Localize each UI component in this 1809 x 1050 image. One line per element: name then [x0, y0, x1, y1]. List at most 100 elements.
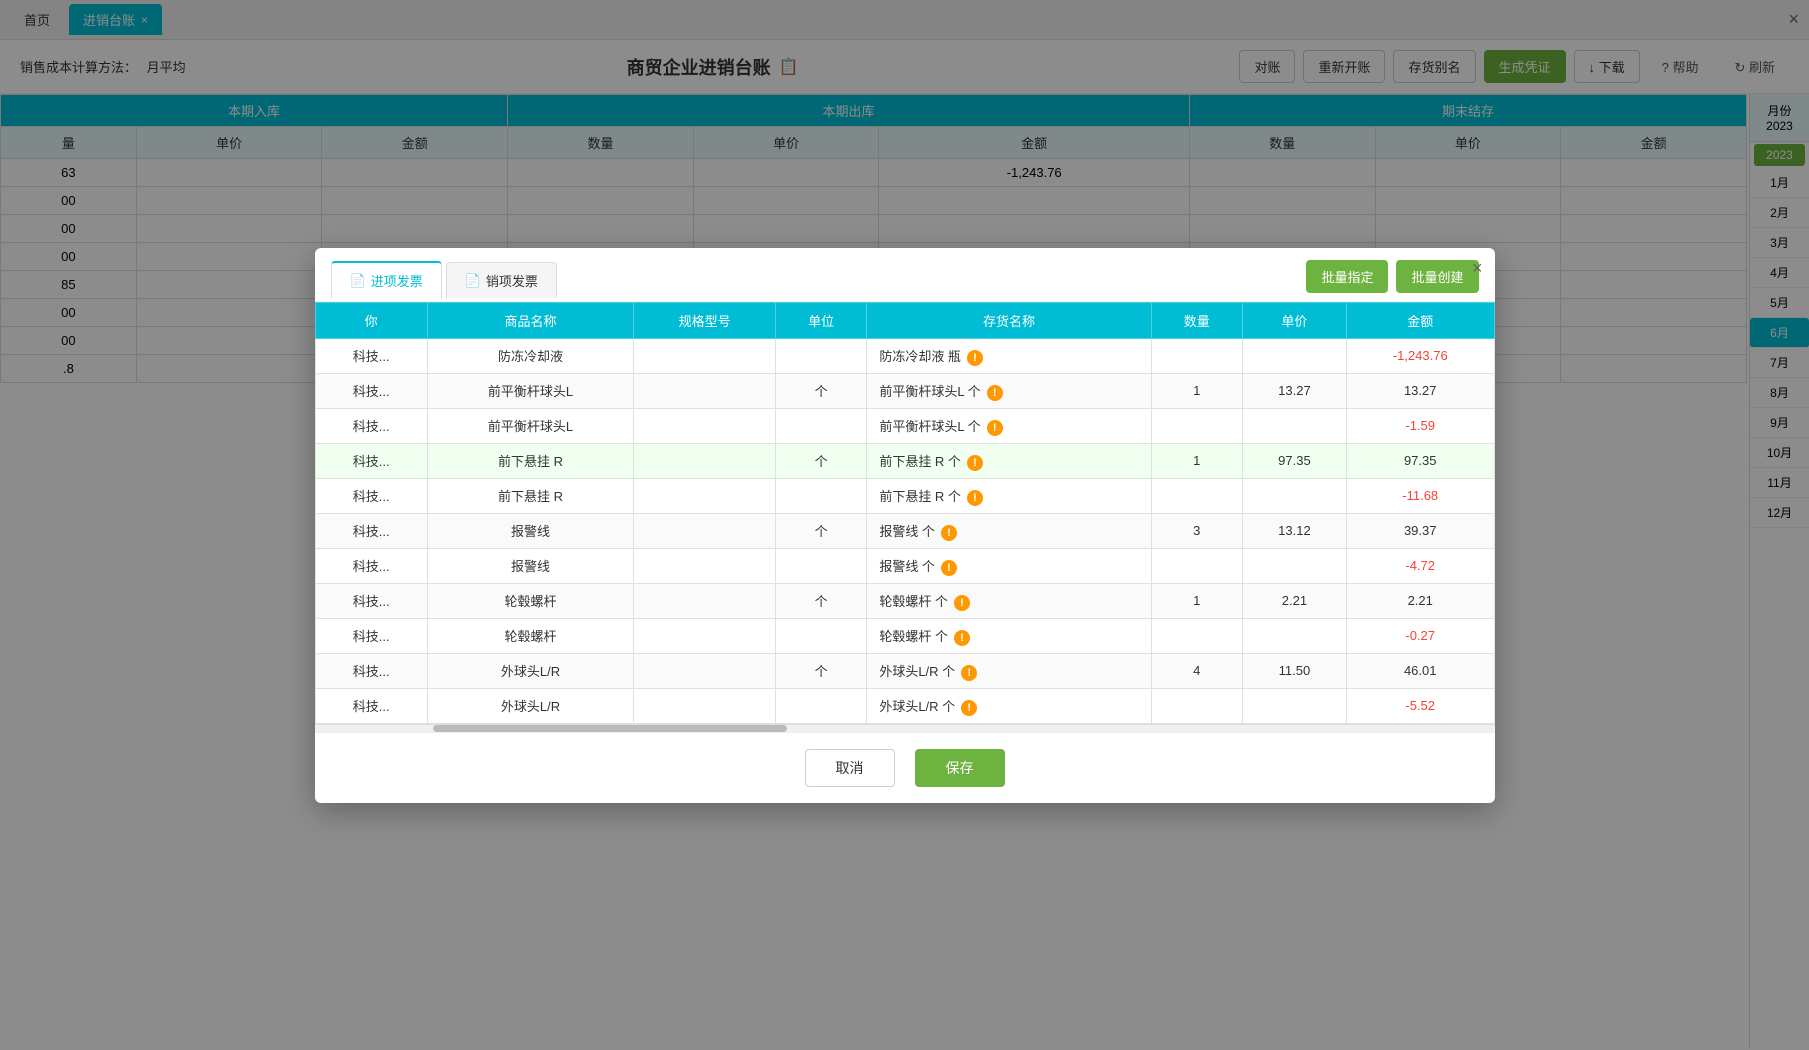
inventory-name: 报警线 个: [879, 559, 935, 574]
batch-create-button[interactable]: 批量创建: [1396, 260, 1478, 293]
table-cell: 科技...: [315, 583, 427, 618]
table-cell: [634, 583, 776, 618]
table-cell: 前下悬挂 R: [427, 478, 633, 513]
table-cell: 1: [1151, 373, 1242, 408]
save-button[interactable]: 保存: [915, 749, 1005, 787]
table-cell: [1242, 408, 1346, 443]
table-cell: 个: [776, 513, 867, 548]
table-cell: -5.52: [1346, 688, 1494, 723]
inventory-name: 前平衡杆球头L 个: [879, 384, 980, 399]
table-cell: 1: [1151, 583, 1242, 618]
modal-header-buttons: 批量指定 批量创建: [1306, 260, 1478, 301]
table-cell: [776, 338, 867, 373]
table-cell: [634, 653, 776, 688]
table-cell: [1242, 618, 1346, 653]
modal-header: 📄 进项发票 📄 销项发票 批量指定 批量创建 ×: [315, 248, 1495, 302]
table-cell: 13.27: [1346, 373, 1494, 408]
table-cell: 个: [776, 373, 867, 408]
table-cell: [634, 443, 776, 478]
col-header-unit: 单位: [776, 302, 867, 338]
table-cell: 科技...: [315, 548, 427, 583]
table-cell: 科技...: [315, 653, 427, 688]
table-cell: -1.59: [1346, 408, 1494, 443]
warning-icon: !: [987, 385, 1003, 401]
table-cell: 2.21: [1242, 583, 1346, 618]
warning-icon: !: [954, 595, 970, 611]
table-cell: [634, 408, 776, 443]
col-header-inventory: 存货名称: [867, 302, 1151, 338]
modal-table-row: 科技...外球头L/R个外球头L/R 个!411.5046.01: [315, 653, 1494, 688]
table-cell: 97.35: [1242, 443, 1346, 478]
table-cell: 39.37: [1346, 513, 1494, 548]
cancel-button[interactable]: 取消: [805, 749, 895, 787]
warning-icon: !: [941, 525, 957, 541]
table-cell: 科技...: [315, 338, 427, 373]
table-cell: 46.01: [1346, 653, 1494, 688]
table-cell: [776, 548, 867, 583]
table-cell: [1151, 548, 1242, 583]
modal-table-row: 科技...报警线报警线 个!-4.72: [315, 548, 1494, 583]
table-cell: -0.27: [1346, 618, 1494, 653]
table-cell: [1151, 338, 1242, 373]
modal-dialog: 📄 进项发票 📄 销项发票 批量指定 批量创建 × 你 商品名称 规格型号: [315, 248, 1495, 803]
batch-assign-button[interactable]: 批量指定: [1306, 260, 1388, 293]
table-cell: 4: [1151, 653, 1242, 688]
inventory-name: 外球头L/R 个: [879, 699, 955, 714]
purchase-tab-label: 进项发票: [371, 271, 423, 290]
table-cell: 97.35: [1346, 443, 1494, 478]
table-cell: [634, 548, 776, 583]
table-cell: 2.21: [1346, 583, 1494, 618]
col-header-price: 单价: [1242, 302, 1346, 338]
table-cell: [634, 688, 776, 723]
table-cell: [1242, 548, 1346, 583]
warning-icon: !: [954, 630, 970, 646]
modal-table: 你 商品名称 规格型号 单位 存货名称 数量 单价 金额 科技...防冻冷却液防…: [315, 302, 1495, 724]
warning-icon: !: [961, 700, 977, 716]
table-cell: -11.68: [1346, 478, 1494, 513]
modal-table-row: 科技...轮毂螺杆个轮毂螺杆 个!12.212.21: [315, 583, 1494, 618]
table-cell: 个: [776, 443, 867, 478]
purchase-tab-icon: 📄: [350, 273, 366, 289]
inventory-name: 前下悬挂 R 个: [879, 454, 961, 469]
table-cell: [1151, 408, 1242, 443]
modal-table-row: 科技...前下悬挂 R个前下悬挂 R 个!197.3597.35: [315, 443, 1494, 478]
table-cell: 科技...: [315, 408, 427, 443]
table-cell: 科技...: [315, 688, 427, 723]
table-cell: 科技...: [315, 373, 427, 408]
modal-table-row: 科技...前平衡杆球头L前平衡杆球头L 个!-1.59: [315, 408, 1494, 443]
table-cell: 防冻冷却液: [427, 338, 633, 373]
table-cell: [634, 338, 776, 373]
modal-tab-purchase[interactable]: 📄 进项发票: [331, 261, 442, 299]
table-cell: [634, 478, 776, 513]
modal-tab-sales[interactable]: 📄 销项发票: [446, 262, 557, 298]
table-cell: [776, 478, 867, 513]
table-cell: 个: [776, 653, 867, 688]
warning-icon: !: [967, 455, 983, 471]
warning-icon: !: [961, 665, 977, 681]
table-cell: 轮毂螺杆: [427, 583, 633, 618]
inventory-name: 防冻冷却液 瓶: [879, 349, 961, 364]
inventory-name: 报警线 个: [879, 524, 935, 539]
table-cell: [1151, 688, 1242, 723]
inventory-name: 前下悬挂 R 个: [879, 489, 961, 504]
table-cell: [776, 688, 867, 723]
table-cell: 报警线: [427, 548, 633, 583]
table-cell: 轮毂螺杆: [427, 618, 633, 653]
table-cell: [634, 513, 776, 548]
col-header-company: 你: [315, 302, 427, 338]
modal-overlay: 📄 进项发票 📄 销项发票 批量指定 批量创建 × 你 商品名称 规格型号: [0, 0, 1809, 1050]
modal-close-button[interactable]: ×: [1472, 258, 1483, 279]
table-cell: 科技...: [315, 513, 427, 548]
table-cell: 13.12: [1242, 513, 1346, 548]
table-cell: 前下悬挂 R: [427, 443, 633, 478]
col-header-spec: 规格型号: [634, 302, 776, 338]
warning-icon: !: [987, 420, 1003, 436]
table-cell: [776, 618, 867, 653]
table-cell: 科技...: [315, 618, 427, 653]
col-header-quantity: 数量: [1151, 302, 1242, 338]
table-cell: 报警线: [427, 513, 633, 548]
warning-icon: !: [967, 490, 983, 506]
modal-table-row: 科技...前下悬挂 R前下悬挂 R 个!-11.68: [315, 478, 1494, 513]
modal-body[interactable]: 你 商品名称 规格型号 单位 存货名称 数量 单价 金额 科技...防冻冷却液防…: [315, 302, 1495, 732]
table-cell: [776, 408, 867, 443]
